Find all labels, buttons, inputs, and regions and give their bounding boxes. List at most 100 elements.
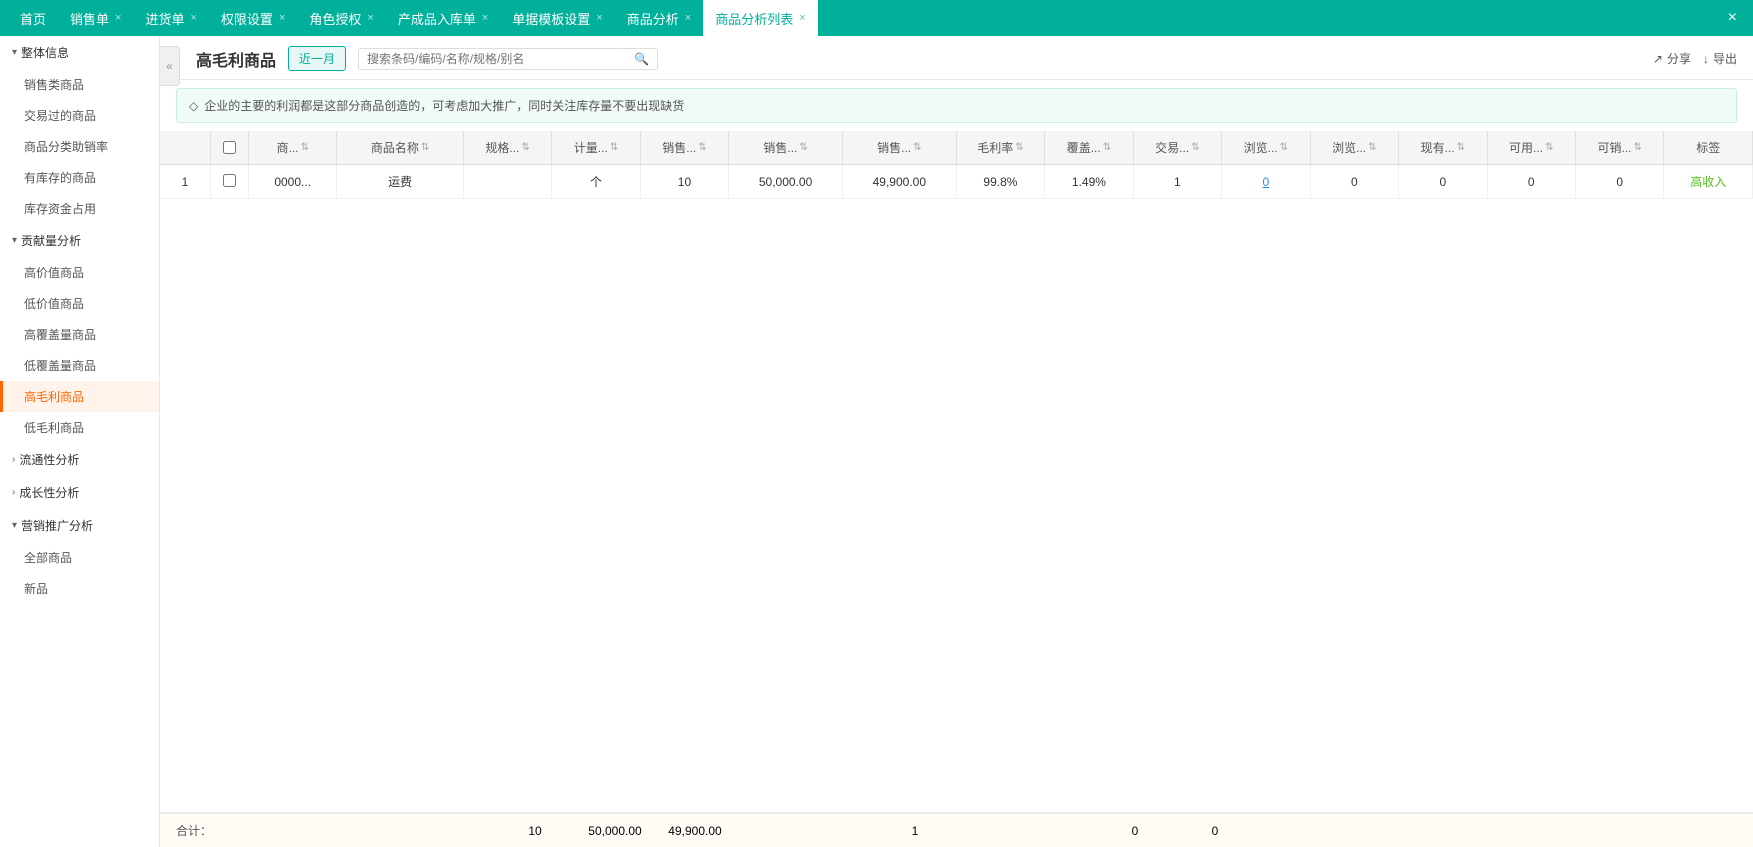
close-analysis-list-tab[interactable]: × (799, 12, 805, 24)
cell-sale-profit: 49,900.00 (842, 165, 956, 199)
close-permissions-tab[interactable]: × (279, 12, 285, 24)
col-code[interactable]: 商... ⇅ (248, 131, 336, 165)
cell-browse2: 0 (1310, 165, 1398, 199)
nav-item-template[interactable]: 单据模板设置 × (500, 0, 614, 36)
col-available[interactable]: 可用... ⇅ (1487, 131, 1575, 165)
col-current[interactable]: 现有... ⇅ (1399, 131, 1487, 165)
nav-item-purchase[interactable]: 进货单 × (133, 0, 208, 36)
sidebar-group-overview-items: 销售类商品 交易过的商品 商品分类助销率 有库存的商品 库存资金占用 (0, 69, 159, 224)
col-sale-amount[interactable]: 销售... ⇅ (729, 131, 843, 165)
cell-checkbox[interactable] (211, 165, 249, 199)
col-gross-rate[interactable]: 毛利率 ⇅ (956, 131, 1044, 165)
close-purchase-tab[interactable]: × (190, 12, 196, 24)
sidebar-item-high-margin[interactable]: 高毛利商品 (0, 381, 159, 412)
search-icon: 🔍 (634, 52, 649, 66)
col-saleable[interactable]: 可销... ⇅ (1575, 131, 1663, 165)
sidebar-item-all-goods[interactable]: 全部商品 (0, 542, 159, 573)
col-browse1[interactable]: 浏览... ⇅ (1222, 131, 1310, 165)
nav-item-analysis[interactable]: 商品分析 × (615, 0, 703, 36)
sort-icon-coverage: ⇅ (1103, 142, 1111, 153)
close-sales-tab[interactable]: × (115, 12, 121, 24)
sort-icon-saleable: ⇅ (1634, 142, 1642, 153)
content-header: 高毛利商品 近一月 🔍 ↗ 分享 ↓ 导出 (160, 36, 1753, 80)
sort-icon-sale-amount: ⇅ (799, 142, 807, 153)
footer-transaction: 1 (875, 824, 955, 838)
sidebar-item-new-goods[interactable]: 新品 (0, 573, 159, 604)
data-table-wrapper[interactable]: 商... ⇅ 商品名称 ⇅ 规格... (160, 131, 1753, 812)
sidebar-item-stock-capital[interactable]: 库存资金占用 (0, 193, 159, 224)
col-unit[interactable]: 计量... ⇅ (552, 131, 640, 165)
cell-transaction: 1 (1133, 165, 1221, 199)
table-row: 1 0000... 运费 个 10 50,000.00 49,900.00 99… (160, 165, 1753, 199)
data-table: 商... ⇅ 商品名称 ⇅ 规格... (160, 131, 1753, 199)
hint-icon: ◇ (189, 99, 198, 113)
sidebar-item-low-value[interactable]: 低价值商品 (0, 288, 159, 319)
col-spec[interactable]: 规格... ⇅ (463, 131, 551, 165)
cell-gross-rate: 99.8% (956, 165, 1044, 199)
sidebar-group-marketing[interactable]: ▾ 营销推广分析 (0, 509, 159, 542)
col-sale-profit[interactable]: 销售... ⇅ (842, 131, 956, 165)
cell-name: 运费 (337, 165, 463, 199)
sidebar-item-low-margin[interactable]: 低毛利商品 (0, 412, 159, 443)
sidebar-item-sales-goods[interactable]: 销售类商品 (0, 69, 159, 100)
share-button[interactable]: ↗ 分享 (1653, 50, 1691, 67)
sidebar-group-liquidity[interactable]: › 流通性分析 (0, 443, 159, 476)
main-layout: ▾ 整体信息 销售类商品 交易过的商品 商品分类助销率 有库存的商品 库存资金占… (0, 36, 1753, 847)
sidebar-item-traded-goods[interactable]: 交易过的商品 (0, 100, 159, 131)
search-input[interactable] (367, 52, 634, 66)
footer-totals: 合计： 10 50,000.00 49,900.00 1 0 0 (160, 812, 1753, 847)
window-close-button[interactable]: × (1720, 9, 1745, 27)
sort-icon-current: ⇅ (1457, 142, 1465, 153)
sort-icon-gross-rate: ⇅ (1015, 142, 1023, 153)
cell-sale-count: 10 (640, 165, 728, 199)
export-button[interactable]: ↓ 导出 (1703, 50, 1737, 67)
sidebar-group-contribution-items: 高价值商品 低价值商品 高覆盖量商品 低覆盖量商品 高毛利商品 低毛利商品 (0, 257, 159, 443)
cell-unit: 个 (552, 165, 640, 199)
chevron-down-icon-3: ▾ (12, 520, 17, 531)
top-navigation: 首页 销售单 × 进货单 × 权限设置 × 角色授权 × 产成品入库单 × 单据… (0, 0, 1753, 36)
col-sale-count[interactable]: 销售... ⇅ (640, 131, 728, 165)
cell-available: 0 (1487, 165, 1575, 199)
footer-current: 0 (1095, 824, 1175, 838)
col-index (160, 131, 211, 165)
nav-item-permissions[interactable]: 权限设置 × (209, 0, 297, 36)
nav-item-analysis-list[interactable]: 商品分析列表 × (703, 0, 817, 36)
col-checkbox (211, 131, 249, 165)
col-coverage[interactable]: 覆盖... ⇅ (1045, 131, 1133, 165)
close-analysis-tab[interactable]: × (685, 12, 691, 24)
col-transaction[interactable]: 交易... ⇅ (1133, 131, 1221, 165)
close-product-stock-tab[interactable]: × (482, 12, 488, 24)
close-template-tab[interactable]: × (596, 12, 602, 24)
sidebar-item-high-value[interactable]: 高价值商品 (0, 257, 159, 288)
time-filter-recent-month[interactable]: 近一月 (288, 46, 346, 71)
nav-item-home[interactable]: 首页 (8, 0, 58, 36)
select-all-checkbox[interactable] (223, 141, 236, 154)
sidebar-group-growth[interactable]: › 成长性分析 (0, 476, 159, 509)
nav-item-role[interactable]: 角色授权 × (297, 0, 385, 36)
header-actions: ↗ 分享 ↓ 导出 (1653, 50, 1737, 67)
nav-item-product-stock[interactable]: 产成品入库单 × (386, 0, 500, 36)
col-name[interactable]: 商品名称 ⇅ (337, 131, 463, 165)
sort-icon-browse1: ⇅ (1280, 142, 1288, 153)
sidebar-item-stock-goods[interactable]: 有库存的商品 (0, 162, 159, 193)
chevron-down-icon-2: ▾ (12, 235, 17, 246)
sort-icon-name: ⇅ (421, 142, 429, 153)
footer-sale-amount: 50,000.00 (575, 824, 655, 838)
cell-current: 0 (1399, 165, 1487, 199)
sort-icon-transaction: ⇅ (1191, 142, 1199, 153)
sidebar-group-overview[interactable]: ▾ 整体信息 (0, 36, 159, 69)
sidebar-item-high-coverage[interactable]: 高覆盖量商品 (0, 319, 159, 350)
col-browse2[interactable]: 浏览... ⇅ (1310, 131, 1398, 165)
content-area: « 高毛利商品 近一月 🔍 ↗ 分享 ↓ 导出 ◇ (160, 36, 1753, 847)
sidebar-group-contribution[interactable]: ▾ 贡献量分析 (0, 224, 159, 257)
cell-spec (463, 165, 551, 199)
page-title: 高毛利商品 (196, 47, 276, 71)
sidebar-collapse-button[interactable]: « (160, 46, 180, 86)
chevron-right-icon: › (12, 454, 15, 465)
nav-item-sales[interactable]: 销售单 × (58, 0, 133, 36)
cell-browse1[interactable]: 0 (1222, 165, 1310, 199)
footer-label: 合计： (176, 822, 236, 839)
close-role-tab[interactable]: × (367, 12, 373, 24)
sidebar-item-category-rate[interactable]: 商品分类助销率 (0, 131, 159, 162)
sidebar-item-low-coverage[interactable]: 低覆盖量商品 (0, 350, 159, 381)
